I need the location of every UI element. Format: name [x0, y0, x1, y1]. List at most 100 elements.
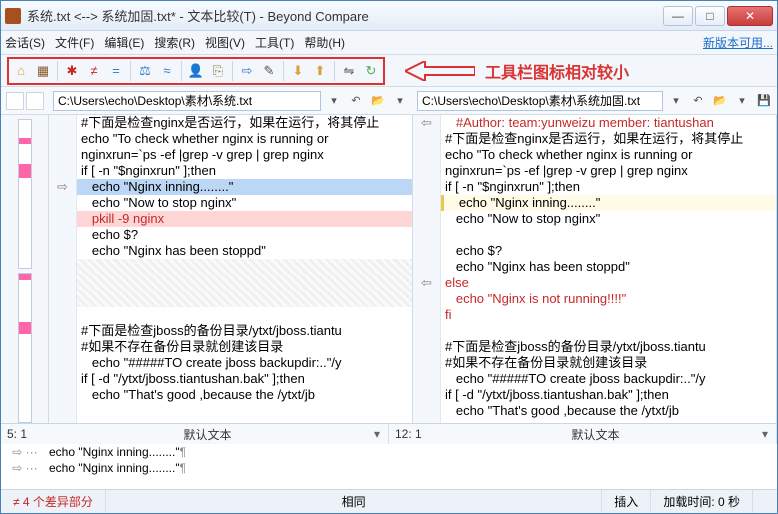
left-open-icon[interactable]: 📂 — [369, 92, 387, 110]
menu-file[interactable]: 文件(F) — [55, 34, 94, 51]
copy-right-icon[interactable]: ⇨ — [237, 61, 257, 81]
right-encoding-label[interactable]: 默认文本 — [429, 426, 762, 443]
code-line[interactable]: else — [441, 275, 776, 291]
left-history-icon[interactable]: ↶ — [347, 92, 365, 110]
code-line[interactable] — [77, 307, 412, 323]
close-button[interactable]: ✕ — [727, 6, 773, 26]
code-line[interactable]: echo "Nginx has been stoppd" — [77, 243, 412, 259]
rules-icon[interactable]: ⚖ — [135, 61, 155, 81]
code-line[interactable]: echo "That's good ,because the /ytxt/jb — [441, 403, 776, 419]
window-title: 系统.txt <--> 系统加固.txt* - 文本比较(T) - Beyond… — [27, 6, 663, 25]
right-code[interactable]: #Author: team:yunweizu member: tiantusha… — [441, 115, 776, 423]
status-diff: ≠ 4 个差异部分 — [1, 490, 106, 513]
code-line[interactable]: echo "To check whether nginx is running … — [77, 131, 412, 147]
left-code[interactable]: #下面是检查nginx是否运行，如果在运行，将其停止echo "To check… — [77, 115, 412, 423]
titlebar: 系统.txt <--> 系统加固.txt* - 文本比较(T) - Beyond… — [1, 1, 777, 31]
right-history-icon[interactable]: ↶ — [689, 92, 707, 110]
code-line[interactable]: echo "#####TO create jboss backupdir:.."… — [77, 355, 412, 371]
line-detail: ⇨ ···echo "Nginx inning........" ¶ ⇨ ···… — [1, 444, 777, 489]
maximize-button[interactable]: □ — [695, 6, 725, 26]
menu-edit[interactable]: 编辑(E) — [104, 34, 144, 51]
code-line[interactable]: #下面是检查nginx是否运行，如果在运行，将其停止 — [77, 115, 412, 131]
code-line[interactable]: echo "Nginx inning........" — [77, 179, 412, 195]
path-bar: ▾ ↶ 📂 ▾ ▾ ↶ 📂 ▾ 💾 — [1, 87, 777, 115]
overview-gutter[interactable] — [1, 115, 49, 423]
right-open-icon[interactable]: 📂 — [711, 92, 729, 110]
code-line[interactable]: fi — [441, 307, 776, 323]
left-line-gutter: ⇨ — [49, 115, 77, 423]
edit-icon[interactable]: ✎ — [259, 61, 279, 81]
left-browse-icon[interactable]: ▾ — [391, 92, 409, 110]
left-encoding-label[interactable]: 默认文本 — [41, 426, 374, 443]
copy-icon[interactable]: ⎘ — [208, 61, 228, 81]
code-line[interactable]: echo $? — [77, 227, 412, 243]
left-dropdown-icon[interactable]: ▾ — [325, 92, 343, 110]
code-line[interactable] — [77, 275, 412, 291]
thumb1-icon[interactable] — [6, 92, 24, 110]
code-line[interactable]: #如果不存在备份目录就创建该目录 — [441, 355, 776, 371]
code-line[interactable]: echo "Nginx has been stoppd" — [441, 259, 776, 275]
bottom-panel: 5: 1默认文本▾ 12: 1默认文本▾ ⇨ ···echo "Nginx in… — [1, 423, 777, 489]
code-line[interactable]: echo "Nginx inning........" — [441, 195, 776, 211]
annotation-arrow — [405, 61, 475, 81]
right-encoding-dd-icon[interactable]: ▾ — [762, 427, 776, 441]
code-line[interactable]: echo "Now to stop nginx" — [77, 195, 412, 211]
code-line[interactable]: if [ -d "/ytxt/jboss.tiantushan.bak" ];t… — [77, 371, 412, 387]
expert-icon[interactable]: 👤 — [186, 61, 206, 81]
code-line[interactable]: nginxrun=`ps -ef |grep -v grep | grep ng… — [77, 147, 412, 163]
all-icon[interactable]: ✱ — [62, 61, 82, 81]
code-line[interactable] — [77, 291, 412, 307]
diff-icon[interactable]: ≠ — [84, 61, 104, 81]
swap-icon[interactable]: ⇋ — [339, 61, 359, 81]
left-pane: ⇨ #下面是检查nginx是否运行，如果在运行，将其停止echo "To che… — [49, 115, 413, 423]
code-line[interactable]: #Author: team:yunweizu member: tiantusha… — [441, 115, 776, 131]
menubar: 会话(S) 文件(F) 编辑(E) 搜索(R) 视图(V) 工具(T) 帮助(H… — [1, 31, 777, 55]
code-line[interactable]: #下面是检查jboss的备份目录/ytxt/jboss.tiantu — [77, 323, 412, 339]
menu-session[interactable]: 会话(S) — [5, 34, 45, 51]
code-line[interactable]: echo "Nginx is not running!!!!" — [441, 291, 776, 307]
menu-help[interactable]: 帮助(H) — [304, 34, 345, 51]
thumb2-icon[interactable] — [26, 92, 44, 110]
code-line[interactable]: #如果不存在备份目录就创建该目录 — [77, 339, 412, 355]
menu-search[interactable]: 搜索(R) — [154, 34, 195, 51]
app-icon — [5, 8, 21, 24]
code-line[interactable]: echo "Now to stop nginx" — [441, 211, 776, 227]
minimize-button[interactable]: — — [663, 6, 693, 26]
code-line[interactable]: #下面是检查jboss的备份目录/ytxt/jboss.tiantu — [441, 339, 776, 355]
code-line[interactable]: echo "To check whether nginx is running … — [441, 147, 776, 163]
detail-line-a: echo "Nginx inning........" — [49, 445, 180, 459]
menu-tool[interactable]: 工具(T) — [255, 34, 294, 51]
reload-icon[interactable]: ↻ — [361, 61, 381, 81]
code-line[interactable] — [441, 323, 776, 339]
code-line[interactable]: echo $? — [441, 243, 776, 259]
status-load: 加载时间: 0 秒 — [651, 490, 753, 513]
right-save-icon[interactable]: 💾 — [755, 92, 773, 110]
code-line[interactable]: pkill -9 nginx — [77, 211, 412, 227]
home-icon[interactable]: ⌂ — [11, 61, 31, 81]
right-browse-icon[interactable]: ▾ — [733, 92, 751, 110]
code-line[interactable] — [77, 259, 412, 275]
code-line[interactable]: nginxrun=`ps -ef |grep -v grep | grep ng… — [441, 163, 776, 179]
right-path-input[interactable] — [417, 91, 663, 111]
code-line[interactable]: #下面是检查nginx是否运行，如果在运行，将其停止 — [441, 131, 776, 147]
left-path-input[interactable] — [53, 91, 321, 111]
code-line[interactable] — [441, 227, 776, 243]
code-line[interactable]: echo "That's good ,because the /ytxt/jb — [77, 387, 412, 403]
right-pane: ⇦⇦ #Author: team:yunweizu member: tiantu… — [413, 115, 777, 423]
left-encoding-dd-icon[interactable]: ▾ — [374, 427, 388, 441]
same-icon[interactable]: = — [106, 61, 126, 81]
prev-diff-icon[interactable]: ⬆ — [310, 61, 330, 81]
format-icon[interactable]: ≈ — [157, 61, 177, 81]
code-line[interactable]: echo "#####TO create jboss backupdir:.."… — [441, 371, 776, 387]
new-version-link[interactable]: 新版本可用... — [703, 34, 773, 51]
menu-view[interactable]: 视图(V) — [205, 34, 245, 51]
code-line[interactable]: if [ -d "/ytxt/jboss.tiantushan.bak" ];t… — [441, 387, 776, 403]
next-diff-icon[interactable]: ⬇ — [288, 61, 308, 81]
left-cursor-pos: 5: 1 — [1, 427, 41, 441]
right-line-gutter: ⇦⇦ — [413, 115, 441, 423]
code-line[interactable]: if [ -n "$nginxrun" ];then — [77, 163, 412, 179]
right-dropdown-icon[interactable]: ▾ — [667, 92, 685, 110]
annotation-text: 工具栏图标相对较小 — [485, 59, 629, 83]
sessions-icon[interactable]: ▦ — [33, 61, 53, 81]
code-line[interactable]: if [ -n "$nginxrun" ];then — [441, 179, 776, 195]
